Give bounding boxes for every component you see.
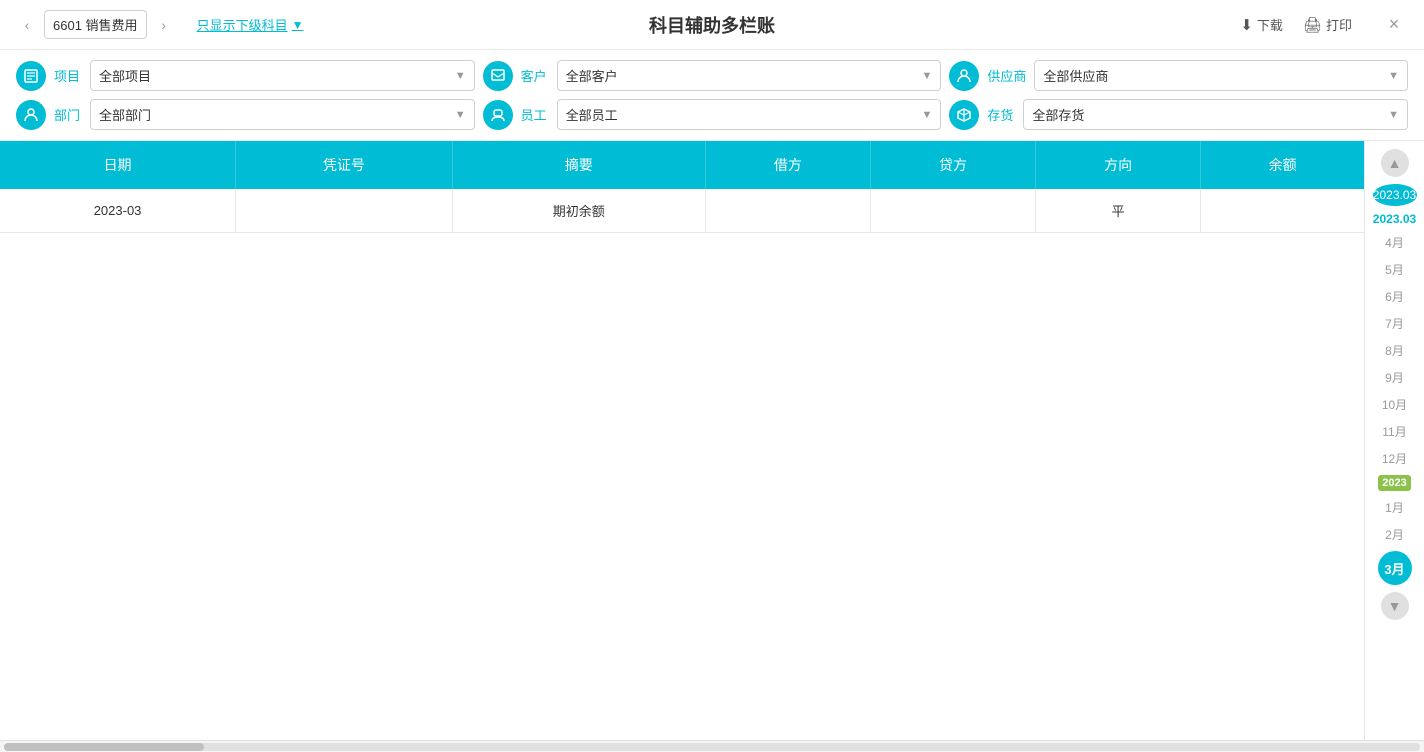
filter-inventory-row: 存货 全部存货 ▼ <box>949 99 1408 130</box>
customer-select[interactable]: 全部客户 ▼ <box>557 60 942 91</box>
print-icon: 🖨 <box>1303 16 1322 34</box>
col-voucher: 凭证号 <box>236 141 452 189</box>
filter-customer-row: 客户 全部客户 ▼ <box>483 60 942 91</box>
timeline-11month[interactable]: 11月 <box>1365 418 1424 445</box>
customer-label: 客户 <box>521 66 549 85</box>
col-direction: 方向 <box>1036 141 1201 189</box>
year-badge-2023[interactable]: 2023 <box>1378 475 1410 491</box>
project-dropdown-arrow: ▼ <box>455 70 466 82</box>
table-row: 2023-03 期初余额 平 <box>0 189 1364 233</box>
cell-date: 2023-03 <box>0 189 236 233</box>
main-table: 日期 凭证号 摘要 借方 贷方 方向 余额 2023-03 期初余额 平 <box>0 141 1364 740</box>
filter-department-row: 部门 全部部门 ▼ <box>16 99 475 130</box>
supplier-icon <box>949 61 979 91</box>
table-header-row: 日期 凭证号 摘要 借方 贷方 方向 余额 <box>0 141 1364 189</box>
customer-icon <box>483 61 513 91</box>
filter-bar: 项目 全部项目 ▼ 客户 全部客户 ▼ 供应商 全部供应商 ▼ <box>0 50 1424 141</box>
page-title: 科目辅助多栏账 <box>649 12 775 38</box>
filter-project-row: 项目 全部项目 ▼ <box>16 60 475 91</box>
project-label: 项目 <box>54 66 82 85</box>
timeline-9month[interactable]: 9月 <box>1365 364 1424 391</box>
timeline-period-header2[interactable]: 2023.03 <box>1373 212 1416 226</box>
cell-debit <box>705 189 870 233</box>
title-bar: ‹ 6601 销售费用 › 只显示下级科目 ▼ 科目辅助多栏账 ⬇ 下载 🖨 打… <box>0 0 1424 50</box>
supplier-label: 供应商 <box>987 66 1026 85</box>
timeline-5month[interactable]: 5月 <box>1365 256 1424 283</box>
print-button[interactable]: 🖨 打印 <box>1303 15 1352 34</box>
employee-dropdown-arrow: ▼ <box>921 109 932 121</box>
filter-employee-row: 员工 全部员工 ▼ <box>483 99 942 130</box>
department-dropdown-arrow: ▼ <box>455 109 466 121</box>
table-container: 日期 凭证号 摘要 借方 贷方 方向 余额 2023-03 期初余额 平 ▲ 202… <box>0 141 1424 740</box>
cell-direction: 平 <box>1036 189 1201 233</box>
col-summary: 摘要 <box>452 141 705 189</box>
side-timeline: ▲ 2023.03 2023.03 4月 5月 6月 7月 8月 9月 10月 … <box>1364 141 1424 740</box>
next-arrow[interactable]: › <box>153 14 175 36</box>
scrollbar-track[interactable] <box>4 743 1420 751</box>
timeline-7month[interactable]: 7月 <box>1365 310 1424 337</box>
account-display: 6601 销售费用 <box>44 10 147 39</box>
timeline-period-header1[interactable]: 2023.03 <box>1373 184 1417 206</box>
close-button[interactable]: × <box>1380 11 1408 39</box>
cell-voucher <box>236 189 452 233</box>
scrollbar-thumb[interactable] <box>4 743 204 751</box>
timeline-4month[interactable]: 4月 <box>1365 229 1424 256</box>
col-balance: 余额 <box>1201 141 1364 189</box>
inventory-select[interactable]: 全部存货 ▼ <box>1023 99 1408 130</box>
employee-icon <box>483 100 513 130</box>
timeline-8month[interactable]: 8月 <box>1365 337 1424 364</box>
title-actions: ⬇ 下载 🖨 打印 × <box>1240 11 1408 39</box>
employee-label: 员工 <box>521 105 549 124</box>
inventory-dropdown-arrow: ▼ <box>1388 109 1399 121</box>
supplier-select[interactable]: 全部供应商 ▼ <box>1034 60 1408 91</box>
prev-arrow[interactable]: ‹ <box>16 14 38 36</box>
project-icon <box>16 61 46 91</box>
cell-balance <box>1201 189 1364 233</box>
timeline-6month[interactable]: 6月 <box>1365 283 1424 310</box>
timeline-3month-active[interactable]: 3月 <box>1378 551 1412 585</box>
nav-left: ‹ 6601 销售费用 › 只显示下级科目 ▼ <box>16 10 303 39</box>
main-window: ‹ 6601 销售费用 › 只显示下级科目 ▼ 科目辅助多栏账 ⬇ 下载 🖨 打… <box>0 0 1424 752</box>
timeline-2month[interactable]: 2月 <box>1365 521 1424 548</box>
department-label: 部门 <box>54 105 82 124</box>
filter-supplier-row: 供应商 全部供应商 ▼ <box>949 60 1408 91</box>
col-credit: 贷方 <box>870 141 1035 189</box>
employee-select[interactable]: 全部员工 ▼ <box>557 99 942 130</box>
department-select[interactable]: 全部部门 ▼ <box>90 99 475 130</box>
timeline-12month[interactable]: 12月 <box>1365 445 1424 472</box>
department-icon <box>16 100 46 130</box>
customer-dropdown-arrow: ▼ <box>921 70 932 82</box>
timeline-down-arrow[interactable]: ▼ <box>1381 592 1409 620</box>
timeline-up-arrow[interactable]: ▲ <box>1381 149 1409 177</box>
show-sub-button[interactable]: 只显示下级科目 ▼ <box>197 15 304 34</box>
bottom-scrollbar[interactable] <box>0 740 1424 752</box>
project-select[interactable]: 全部项目 ▼ <box>90 60 475 91</box>
download-icon: ⬇ <box>1240 16 1253 34</box>
col-debit: 借方 <box>705 141 870 189</box>
cell-summary: 期初余额 <box>452 189 705 233</box>
cell-credit <box>870 189 1035 233</box>
inventory-icon <box>949 100 979 130</box>
show-sub-dropdown-icon: ▼ <box>292 18 304 32</box>
timeline-10month[interactable]: 10月 <box>1365 391 1424 418</box>
timeline-1month[interactable]: 1月 <box>1365 494 1424 521</box>
supplier-dropdown-arrow: ▼ <box>1388 70 1399 82</box>
inventory-label: 存货 <box>987 105 1015 124</box>
ledger-table: 日期 凭证号 摘要 借方 贷方 方向 余额 2023-03 期初余额 平 <box>0 141 1364 233</box>
download-button[interactable]: ⬇ 下载 <box>1240 15 1283 34</box>
col-date: 日期 <box>0 141 236 189</box>
